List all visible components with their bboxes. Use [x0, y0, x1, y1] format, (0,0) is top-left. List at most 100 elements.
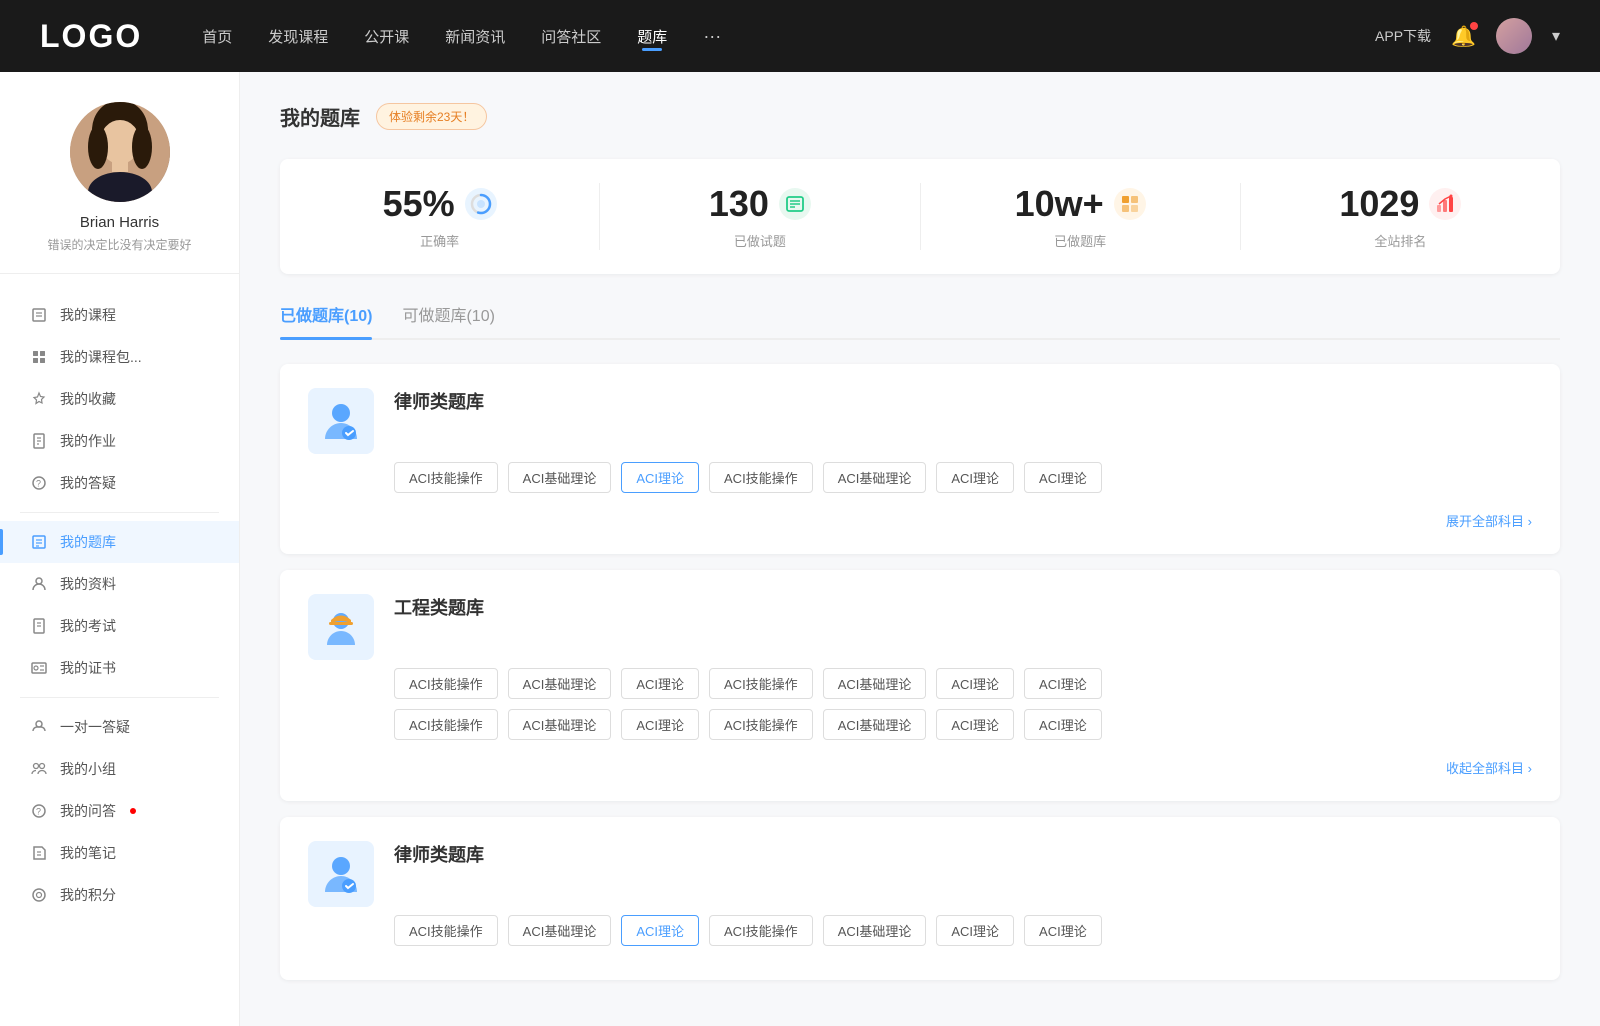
tag[interactable]: ACI理论: [936, 462, 1014, 493]
tags-row-1: ACI技能操作 ACI基础理论 ACI理论 ACI技能操作 ACI基础理论 AC…: [394, 462, 1532, 493]
sidebar-menu: 我的课程 我的课程包... 我的收藏 我的作业: [0, 284, 239, 926]
sidebar: Brian Harris 错误的决定比没有决定要好 我的课程 我的课程包...: [0, 72, 240, 1026]
tag[interactable]: ACI理论: [621, 709, 699, 740]
nav-more[interactable]: ···: [703, 26, 721, 47]
stat-accuracy: 55% 正确率: [280, 183, 600, 250]
qbank-title: 律师类题库: [394, 841, 484, 867]
chart-icon: [1429, 188, 1461, 220]
nav-home[interactable]: 首页: [202, 26, 232, 47]
profile-icon: [30, 575, 48, 593]
tag[interactable]: ACI理论: [936, 915, 1014, 946]
stat-top: 130: [709, 183, 811, 225]
tag[interactable]: ACI理论: [621, 668, 699, 699]
sidebar-item-notes[interactable]: 我的笔记: [0, 832, 239, 874]
qbank-title: 律师类题库: [394, 388, 484, 414]
qbank-title: 工程类题库: [394, 594, 484, 620]
tag[interactable]: ACI技能操作: [394, 709, 498, 740]
stat-label: 已做试题: [734, 231, 786, 250]
tag[interactable]: ACI基础理论: [823, 462, 927, 493]
stats-bar: 55% 正确率 130: [280, 159, 1560, 274]
main-content: 我的题库 体验剩余23天！ 55% 正确率: [240, 72, 1600, 1026]
profile-motto: 错误的决定比没有决定要好: [27, 236, 211, 253]
sidebar-item-points[interactable]: 我的积分: [0, 874, 239, 916]
tag[interactable]: ACI基础理论: [508, 915, 612, 946]
tag[interactable]: ACI基础理论: [508, 668, 612, 699]
tag[interactable]: ACI基础理论: [823, 709, 927, 740]
tags-row-2b: ACI技能操作 ACI基础理论 ACI理论 ACI技能操作 ACI基础理论 AC…: [394, 709, 1532, 740]
sidebar-label: 我的问答: [60, 801, 116, 821]
divider: [20, 512, 219, 513]
tab-available-qbank[interactable]: 可做题库(10): [402, 302, 494, 338]
sidebar-item-course-package[interactable]: 我的课程包...: [0, 336, 239, 378]
sidebar-item-exam[interactable]: 我的考试: [0, 605, 239, 647]
sidebar-label: 我的课程: [60, 305, 116, 325]
nav-qbank[interactable]: 题库: [637, 26, 667, 47]
nav-qa[interactable]: 问答社区: [541, 26, 601, 47]
tag[interactable]: ACI技能操作: [709, 668, 813, 699]
stat-top: 1029: [1339, 183, 1461, 225]
stat-number: 10w+: [1015, 183, 1104, 225]
tag[interactable]: ACI技能操作: [394, 462, 498, 493]
tag[interactable]: ACI基础理论: [508, 709, 612, 740]
tag[interactable]: ACI基础理论: [823, 668, 927, 699]
tag-selected[interactable]: ACI理论: [621, 462, 699, 493]
qbank-card-lawyer: 律师类题库 ACI技能操作 ACI基础理论 ACI理论 ACI技能操作 ACI基…: [280, 364, 1560, 554]
sidebar-item-cert[interactable]: 我的证书: [0, 647, 239, 689]
nav-avatar-chevron[interactable]: ▾: [1552, 26, 1560, 46]
tag[interactable]: ACI理论: [1024, 668, 1102, 699]
tag-selected[interactable]: ACI理论: [621, 915, 699, 946]
sidebar-label: 我的答疑: [60, 473, 116, 493]
sidebar-label: 我的作业: [60, 431, 116, 451]
tab-done-qbank[interactable]: 已做题库(10): [280, 302, 372, 338]
grid-icon: [1114, 188, 1146, 220]
tag[interactable]: ACI理论: [1024, 709, 1102, 740]
sidebar-label: 我的资料: [60, 574, 116, 594]
accuracy-icon: [465, 188, 497, 220]
tag[interactable]: ACI基础理论: [823, 915, 927, 946]
sidebar-item-qa[interactable]: ? 我的答疑: [0, 462, 239, 504]
list-icon: [779, 188, 811, 220]
page-header: 我的题库 体验剩余23天！: [280, 102, 1560, 131]
sidebar-item-my-course[interactable]: 我的课程: [0, 294, 239, 336]
tag[interactable]: ACI理论: [936, 709, 1014, 740]
sidebar-item-group[interactable]: 我的小组: [0, 748, 239, 790]
cert-icon: [30, 659, 48, 677]
sidebar-item-qbank[interactable]: 我的题库: [0, 521, 239, 563]
expand-all-link[interactable]: 展开全部科目 ›: [394, 503, 1532, 530]
tag[interactable]: ACI理论: [1024, 462, 1102, 493]
tag[interactable]: ACI技能操作: [709, 462, 813, 493]
notification-dot: [1470, 22, 1478, 30]
nav-notification-bell[interactable]: 🔔: [1451, 24, 1476, 49]
qbank-card-engineering: 工程类题库 ACI技能操作 ACI基础理论 ACI理论 ACI技能操作 ACI基…: [280, 570, 1560, 801]
sidebar-label: 我的题库: [60, 532, 116, 552]
nav-open-course[interactable]: 公开课: [364, 26, 409, 47]
nav-news[interactable]: 新闻资讯: [445, 26, 505, 47]
sidebar-item-homework[interactable]: 我的作业: [0, 420, 239, 462]
sidebar-label: 一对一答疑: [60, 717, 130, 737]
nav-right: APP下载 🔔 ▾: [1375, 18, 1560, 54]
star-icon: [30, 390, 48, 408]
tag[interactable]: ACI技能操作: [394, 668, 498, 699]
qbank-card-lawyer-2: 律师类题库 ACI技能操作 ACI基础理论 ACI理论 ACI技能操作 ACI基…: [280, 817, 1560, 980]
tag[interactable]: ACI理论: [936, 668, 1014, 699]
collapse-all-link[interactable]: 收起全部科目 ›: [394, 750, 1532, 777]
sidebar-item-favorites[interactable]: 我的收藏: [0, 378, 239, 420]
tag[interactable]: ACI基础理论: [508, 462, 612, 493]
tag[interactable]: ACI技能操作: [709, 915, 813, 946]
qbank-icon: [30, 533, 48, 551]
nav-avatar[interactable]: [1496, 18, 1532, 54]
tags-row-3: ACI技能操作 ACI基础理论 ACI理论 ACI技能操作 ACI基础理论 AC…: [394, 915, 1532, 946]
sidebar-item-profile[interactable]: 我的资料: [0, 563, 239, 605]
sidebar-item-tutor[interactable]: 一对一答疑: [0, 706, 239, 748]
sidebar-item-my-qa[interactable]: ? 我的问答: [0, 790, 239, 832]
nav-discover[interactable]: 发现课程: [268, 26, 328, 47]
profile-section: Brian Harris 错误的决定比没有决定要好: [0, 102, 239, 274]
tag[interactable]: ACI技能操作: [394, 915, 498, 946]
my-qa-icon: ?: [30, 802, 48, 820]
tag[interactable]: ACI技能操作: [709, 709, 813, 740]
stat-top: 10w+: [1015, 183, 1146, 225]
tag[interactable]: ACI理论: [1024, 915, 1102, 946]
notes-icon: [30, 844, 48, 862]
nav-app-download[interactable]: APP下载: [1375, 26, 1431, 46]
stat-label: 已做题库: [1054, 231, 1106, 250]
